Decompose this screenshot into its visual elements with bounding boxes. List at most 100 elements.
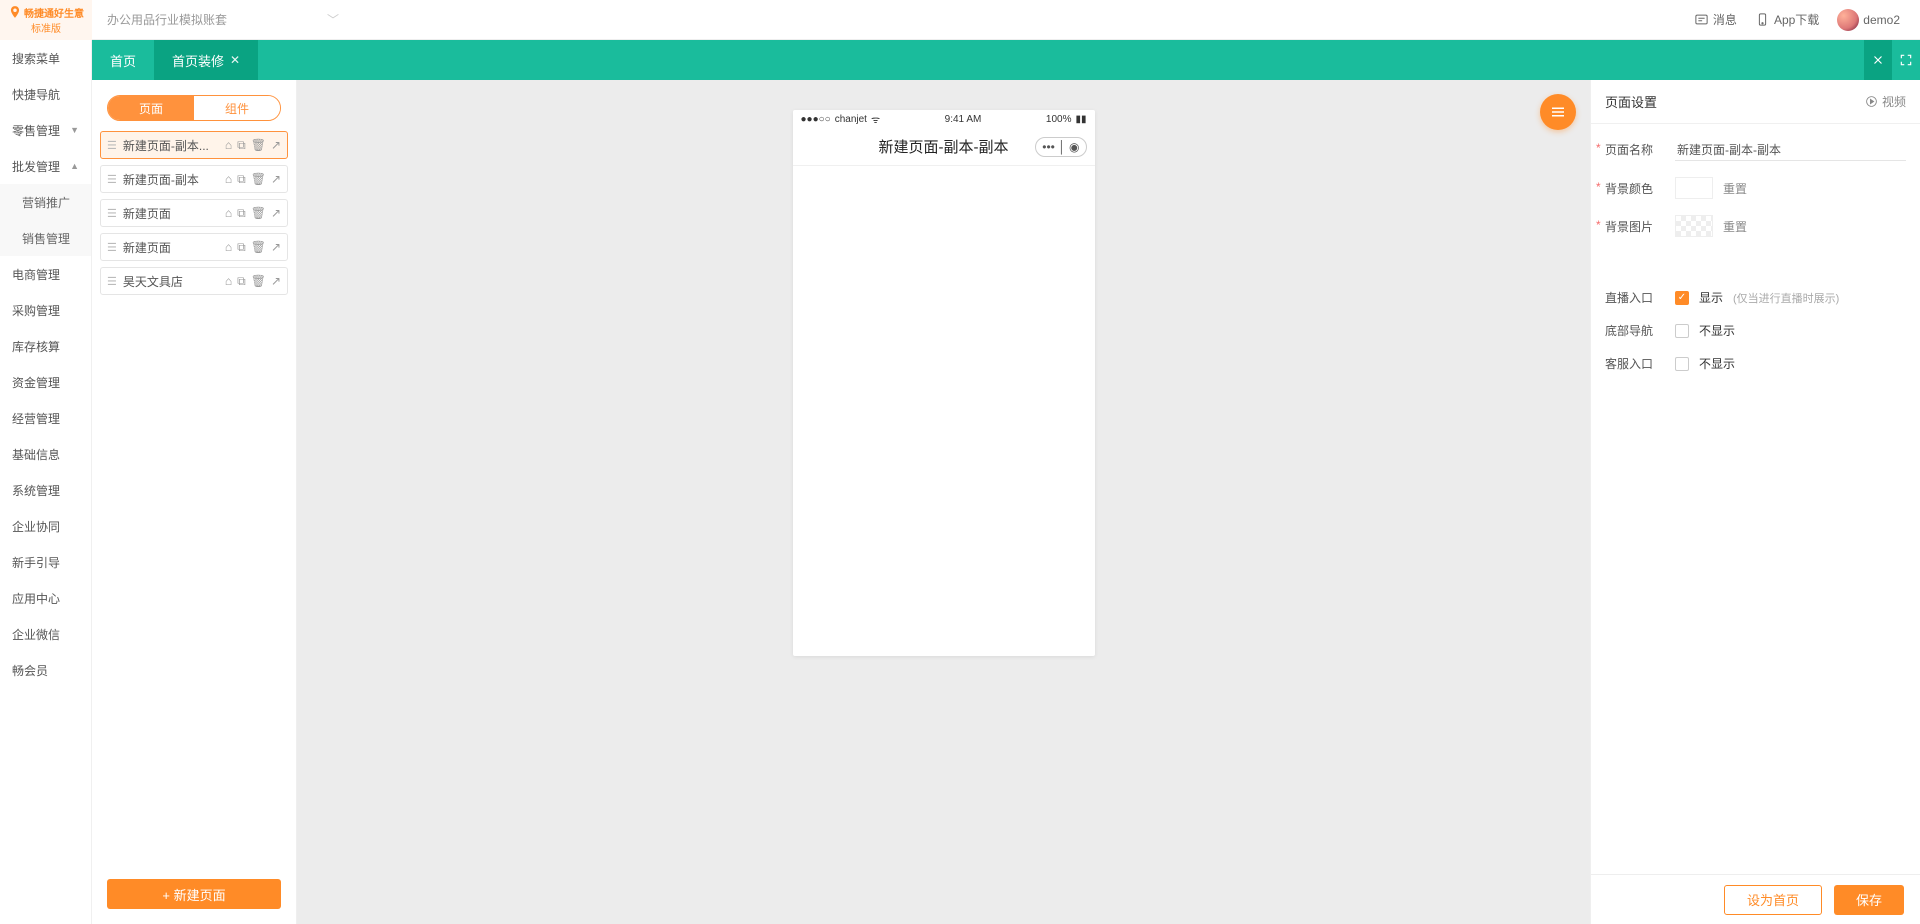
drag-icon[interactable]: ☰: [107, 173, 117, 186]
messages-button[interactable]: 消息: [1694, 11, 1737, 28]
delete-icon[interactable]: 🗑: [251, 274, 266, 289]
nav-search[interactable]: 搜索菜单: [0, 40, 91, 76]
copy-icon[interactable]: ⧉: [237, 172, 246, 187]
delete-icon[interactable]: 🗑: [251, 172, 266, 187]
set-home-button[interactable]: 设为首页: [1724, 885, 1822, 915]
close-icon[interactable]: ✕: [230, 53, 240, 67]
share-icon[interactable]: ↗: [271, 240, 281, 255]
field-bg-color: 背景颜色 重置: [1605, 177, 1906, 199]
nav-business[interactable]: 经营管理: [0, 400, 91, 436]
caret-up-icon: ▲: [70, 161, 79, 171]
live-checkbox[interactable]: ✓: [1675, 291, 1689, 305]
nav-apps[interactable]: 应用中心: [0, 580, 91, 616]
nav-system[interactable]: 系统管理: [0, 472, 91, 508]
delete-icon[interactable]: 🗑: [251, 138, 266, 153]
home-icon[interactable]: ⌂: [225, 274, 232, 289]
drag-icon[interactable]: ☰: [107, 275, 117, 288]
drag-icon[interactable]: ☰: [107, 139, 117, 152]
home-icon[interactable]: ⌂: [225, 138, 232, 153]
settings-form: 页面名称 背景颜色 重置 背景图片 重置: [1591, 124, 1920, 386]
nav-purchase[interactable]: 采购管理: [0, 292, 91, 328]
delete-icon[interactable]: 🗑: [251, 206, 266, 221]
nav-funds[interactable]: 资金管理: [0, 364, 91, 400]
page-item[interactable]: ☰ 新建页面 ⌂⧉🗑↗: [100, 199, 288, 227]
share-icon[interactable]: ↗: [271, 206, 281, 221]
phone-icon: [1755, 12, 1770, 27]
page-item[interactable]: ☰ 新建页面-副本 ⌂⧉🗑↗: [100, 165, 288, 193]
tab-home[interactable]: 首页: [92, 40, 154, 80]
nav-marketing[interactable]: 营销推广: [0, 184, 91, 220]
main: 首页 首页装修 ✕ 页面 组件 ☰: [92, 40, 1920, 924]
wifi-icon: ᯤ: [871, 112, 880, 126]
phone-title-bar: 新建页面-副本-副本 ••• │ ◉: [793, 128, 1095, 166]
service-checkbox[interactable]: [1675, 357, 1689, 371]
nav-guide[interactable]: 新手引导: [0, 544, 91, 580]
video-help-button[interactable]: 视频: [1865, 93, 1906, 110]
nav-sales[interactable]: 销售管理: [0, 220, 91, 256]
brand-edition: 标准版: [31, 20, 61, 35]
field-bg-image: 背景图片 重置: [1605, 215, 1906, 237]
canvas: ●●●○○chanjetᯤ 9:41 AM 100%▮▮ 新建页面-副本-副本 …: [297, 80, 1590, 924]
collapse-settings-button[interactable]: [1540, 94, 1576, 130]
field-service-entry: 客服入口 不显示: [1605, 355, 1906, 372]
save-button[interactable]: 保存: [1834, 885, 1904, 915]
seg-page[interactable]: 页面: [108, 96, 194, 120]
home-icon[interactable]: ⌂: [225, 240, 232, 255]
page-item[interactable]: ☰ 新建页面 ⌂⧉🗑↗: [100, 233, 288, 261]
new-page-button[interactable]: + 新建页面: [107, 879, 281, 909]
drag-icon[interactable]: ☰: [107, 207, 117, 220]
account-selector[interactable]: 办公用品行业模拟账套 ﹀: [107, 11, 1694, 28]
brand-name: 畅捷通好生意: [24, 5, 84, 20]
drag-icon[interactable]: ☰: [107, 241, 117, 254]
nav-ecommerce[interactable]: 电商管理: [0, 256, 91, 292]
seg-tabs: 页面 组件: [107, 95, 281, 121]
copy-icon[interactable]: ⧉: [237, 274, 246, 289]
nav-wechat[interactable]: 企业微信: [0, 616, 91, 652]
nav-quick[interactable]: 快捷导航: [0, 76, 91, 112]
nav-wholesale[interactable]: 批发管理▲: [0, 148, 91, 184]
signal-icon: ●●●○○: [801, 114, 831, 125]
bg-image-reset[interactable]: 重置: [1723, 218, 1747, 235]
copy-icon[interactable]: ⧉: [237, 206, 246, 221]
bottomnav-checkbox[interactable]: [1675, 324, 1689, 338]
home-icon[interactable]: ⌂: [225, 206, 232, 221]
nav-inventory[interactable]: 库存核算: [0, 328, 91, 364]
seg-component[interactable]: 组件: [194, 96, 280, 120]
nav-collab[interactable]: 企业协同: [0, 508, 91, 544]
left-nav: 搜索菜单 快捷导航 零售管理▼ 批发管理▲ 营销推广 销售管理 电商管理 采购管…: [0, 40, 92, 924]
play-icon: [1865, 95, 1878, 108]
page-name-input[interactable]: [1675, 138, 1906, 161]
page-item[interactable]: ☰ 新建页面-副本... ⌂⧉🗑↗: [100, 131, 288, 159]
nav-retail[interactable]: 零售管理▼: [0, 112, 91, 148]
user-menu[interactable]: demo2: [1837, 9, 1900, 31]
home-icon[interactable]: ⌂: [225, 172, 232, 187]
nav-basic[interactable]: 基础信息: [0, 436, 91, 472]
share-icon[interactable]: ↗: [271, 138, 281, 153]
tab-close-all[interactable]: [1864, 40, 1892, 80]
copy-icon[interactable]: ⧉: [237, 240, 246, 255]
bg-color-reset[interactable]: 重置: [1723, 180, 1747, 197]
miniprogram-menu[interactable]: ••• │ ◉: [1035, 137, 1086, 157]
menu-icon: [1549, 103, 1567, 121]
nav-member[interactable]: 畅会员: [0, 652, 91, 688]
field-page-name: 页面名称: [1605, 138, 1906, 161]
tab-fullscreen[interactable]: [1892, 40, 1920, 80]
logo[interactable]: 畅捷通好生意 标准版: [0, 0, 92, 40]
settings-header: 页面设置 视频: [1591, 80, 1920, 124]
workspace: 页面 组件 ☰ 新建页面-副本... ⌂⧉🗑↗ ☰ 新建页面-副本 ⌂⧉🗑↗: [92, 80, 1920, 924]
battery-icon: ▮▮: [1075, 114, 1086, 125]
bg-color-swatch[interactable]: [1675, 177, 1713, 199]
settings-panel: 页面设置 视频 页面名称 背景颜色: [1590, 80, 1920, 924]
tab-decoration[interactable]: 首页装修 ✕: [154, 40, 258, 80]
account-name: 办公用品行业模拟账套: [107, 11, 227, 28]
share-icon[interactable]: ↗: [271, 172, 281, 187]
bg-image-swatch[interactable]: [1675, 215, 1713, 237]
copy-icon[interactable]: ⧉: [237, 138, 246, 153]
header-actions: 消息 App下载 demo2: [1694, 9, 1920, 31]
delete-icon[interactable]: 🗑: [251, 240, 266, 255]
page-item[interactable]: ☰ 昊天文具店 ⌂⧉🗑↗: [100, 267, 288, 295]
field-bottom-nav: 底部导航 不显示: [1605, 322, 1906, 339]
settings-footer: 设为首页 保存: [1591, 874, 1920, 924]
share-icon[interactable]: ↗: [271, 274, 281, 289]
app-download-button[interactable]: App下载: [1755, 11, 1819, 28]
